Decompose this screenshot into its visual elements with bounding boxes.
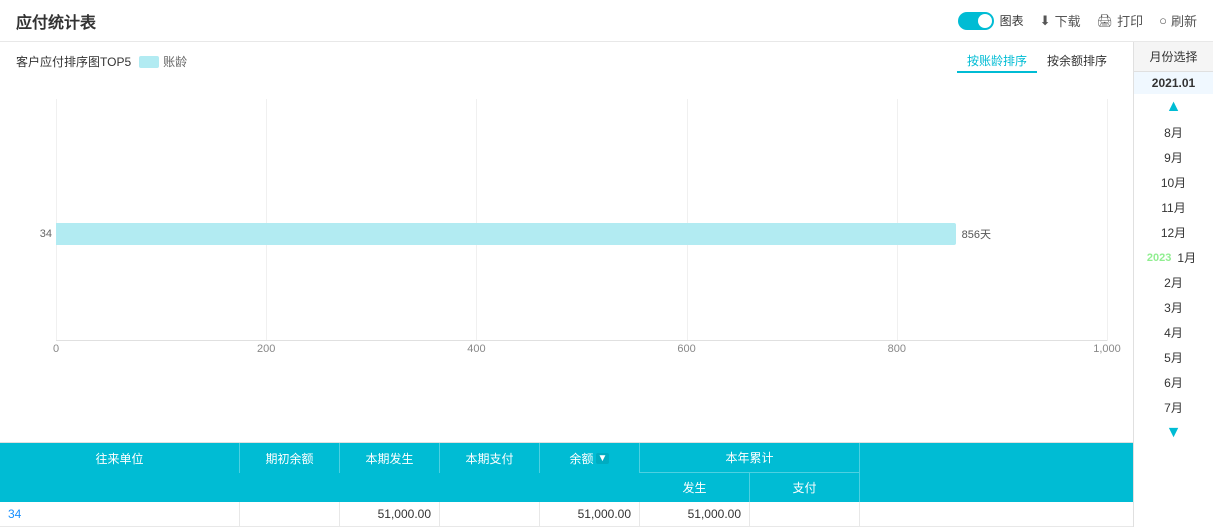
sidebar-nav-up[interactable]: ▲ bbox=[1134, 94, 1213, 120]
sidebar-title: 月份选择 bbox=[1134, 42, 1213, 72]
main-content: 客户应付排序图TOP5 账龄 按账龄排序 按余额排序 bbox=[0, 42, 1213, 527]
x-tick-600: 600 bbox=[677, 343, 695, 355]
td-period-balance bbox=[240, 502, 340, 526]
print-button[interactable]: 🖨 打印 bbox=[1097, 11, 1144, 30]
th-period-balance: 期初余额 bbox=[240, 443, 340, 473]
x-tick-200: 200 bbox=[257, 343, 275, 355]
sidebar: 月份选择 2021.01 ▲ 8月 9月 10月 11月 12月 2023 1月… bbox=[1133, 42, 1213, 527]
td-year-occur: 51,000.00 bbox=[640, 502, 750, 526]
sidebar-month-row-1: 2023 1月 bbox=[1134, 245, 1213, 270]
table-row: 34 51,000.00 51,000.00 51,000.00 bbox=[0, 502, 1133, 527]
sidebar-month-11[interactable]: 11月 bbox=[1134, 195, 1213, 220]
sidebar-month-9[interactable]: 9月 bbox=[1134, 145, 1213, 170]
th-current-pay: 本期支付 bbox=[440, 443, 540, 473]
x-tick-800: 800 bbox=[888, 343, 906, 355]
header-actions: 图表 ⬇ 下载 🖨 打印 ○ 刷新 bbox=[958, 11, 1197, 30]
sidebar-nav-down[interactable]: ▼ bbox=[1134, 420, 1213, 446]
download-label: 下载 bbox=[1055, 11, 1081, 30]
chart-header: 客户应付排序图TOP5 账龄 按账龄排序 按余额排序 bbox=[0, 42, 1133, 81]
table-wrapper: 往来单位 期初余额 本期发生 本期支付 bbox=[0, 443, 1133, 527]
chart-toggle-group: 图表 bbox=[958, 12, 1024, 30]
sort-tab-balance[interactable]: 按余额排序 bbox=[1037, 50, 1117, 73]
sidebar-month-5[interactable]: 5月 bbox=[1134, 345, 1213, 370]
download-icon: ⬇ bbox=[1040, 13, 1051, 29]
sidebar-current-date: 2021.01 bbox=[1134, 72, 1213, 94]
print-label: 打印 bbox=[1117, 11, 1143, 30]
sidebar-year-2023-label: 2023 bbox=[1147, 252, 1171, 264]
chart-legend: 客户应付排序图TOP5 账龄 bbox=[16, 53, 187, 70]
balance-filter-icon[interactable]: ▼ bbox=[596, 453, 610, 464]
x-tick-0: 0 bbox=[53, 343, 59, 355]
td-year-pay bbox=[750, 502, 860, 526]
download-button[interactable]: ⬇ 下载 bbox=[1040, 11, 1081, 30]
refresh-button[interactable]: ○ 刷新 bbox=[1159, 11, 1197, 30]
grid-line-1000 bbox=[1107, 99, 1108, 341]
bar-label: 34 bbox=[16, 228, 52, 240]
sidebar-month-2[interactable]: 2月 bbox=[1134, 270, 1213, 295]
x-axis: 0 200 400 600 800 1,000 bbox=[56, 339, 1107, 369]
legend-item: 账龄 bbox=[139, 53, 187, 70]
chart-legend-title: 客户应付排序图TOP5 bbox=[16, 53, 131, 70]
chevron-down-icon: ▼ bbox=[1166, 424, 1182, 442]
sidebar-month-6[interactable]: 6月 bbox=[1134, 370, 1213, 395]
sidebar-month-12[interactable]: 12月 bbox=[1134, 220, 1213, 245]
table-header-row1: 往来单位 期初余额 本期发生 本期支付 bbox=[0, 443, 1133, 473]
td-current-pay bbox=[440, 502, 540, 526]
td-vendor: 34 bbox=[0, 502, 240, 526]
sort-tab-age[interactable]: 按账龄排序 bbox=[957, 50, 1037, 73]
bar-row-0: 34 856天 bbox=[56, 214, 1107, 254]
sidebar-month-7[interactable]: 7月 bbox=[1134, 395, 1213, 420]
x-tick-400: 400 bbox=[467, 343, 485, 355]
sidebar-month-1[interactable]: 1月 bbox=[1173, 245, 1200, 270]
sidebar-month-8[interactable]: 8月 bbox=[1134, 120, 1213, 145]
chart-area: 34 856天 0 200 400 bbox=[56, 99, 1107, 369]
print-icon: 🖨 bbox=[1097, 13, 1114, 29]
sidebar-month-3[interactable]: 3月 bbox=[1134, 295, 1213, 320]
td-balance: 51,000.00 bbox=[540, 502, 640, 526]
table-section: 往来单位 期初余额 本期发生 本期支付 bbox=[0, 442, 1133, 527]
vendor-link[interactable]: 34 bbox=[8, 507, 21, 521]
th-year-pay: 支付 bbox=[750, 473, 860, 502]
td-current-occur: 51,000.00 bbox=[340, 502, 440, 526]
refresh-label: 刷新 bbox=[1171, 11, 1197, 30]
legend-color-box bbox=[139, 56, 159, 68]
th-year-occur: 发生 bbox=[640, 473, 750, 502]
bar-fill bbox=[56, 223, 956, 245]
bar-chart: 34 856天 0 200 400 bbox=[16, 89, 1117, 409]
legend-color-label: 账龄 bbox=[163, 53, 187, 70]
sidebar-month-10[interactable]: 10月 bbox=[1134, 170, 1213, 195]
sort-tabs: 按账龄排序 按余额排序 bbox=[957, 50, 1117, 73]
chart-section: 客户应付排序图TOP5 账龄 按账龄排序 按余额排序 bbox=[0, 42, 1133, 527]
th-balance: 余额 ▼ bbox=[540, 443, 640, 473]
th-year-cumulative: 本年累计 bbox=[640, 443, 860, 473]
toggle-label: 图表 bbox=[1000, 12, 1024, 29]
chevron-up-icon: ▲ bbox=[1166, 98, 1182, 116]
th-vendor: 往来单位 bbox=[0, 443, 240, 473]
chart-toggle[interactable] bbox=[958, 12, 994, 30]
table-header-row2: x x x x x 发生 支付 bbox=[0, 473, 1133, 502]
sidebar-month-4[interactable]: 4月 bbox=[1134, 320, 1213, 345]
chart-wrapper: 34 856天 0 200 400 bbox=[0, 81, 1133, 442]
bar-end-label: 856天 bbox=[962, 226, 991, 242]
th-current-occur: 本期发生 bbox=[340, 443, 440, 473]
page-header: 应付统计表 图表 ⬇ 下载 🖨 打印 ○ 刷新 bbox=[0, 0, 1213, 42]
x-tick-1000: 1,000 bbox=[1093, 343, 1121, 355]
refresh-icon: ○ bbox=[1159, 13, 1167, 28]
table-header: 往来单位 期初余额 本期发生 本期支付 bbox=[0, 443, 1133, 502]
page-title: 应付统计表 bbox=[16, 9, 96, 33]
